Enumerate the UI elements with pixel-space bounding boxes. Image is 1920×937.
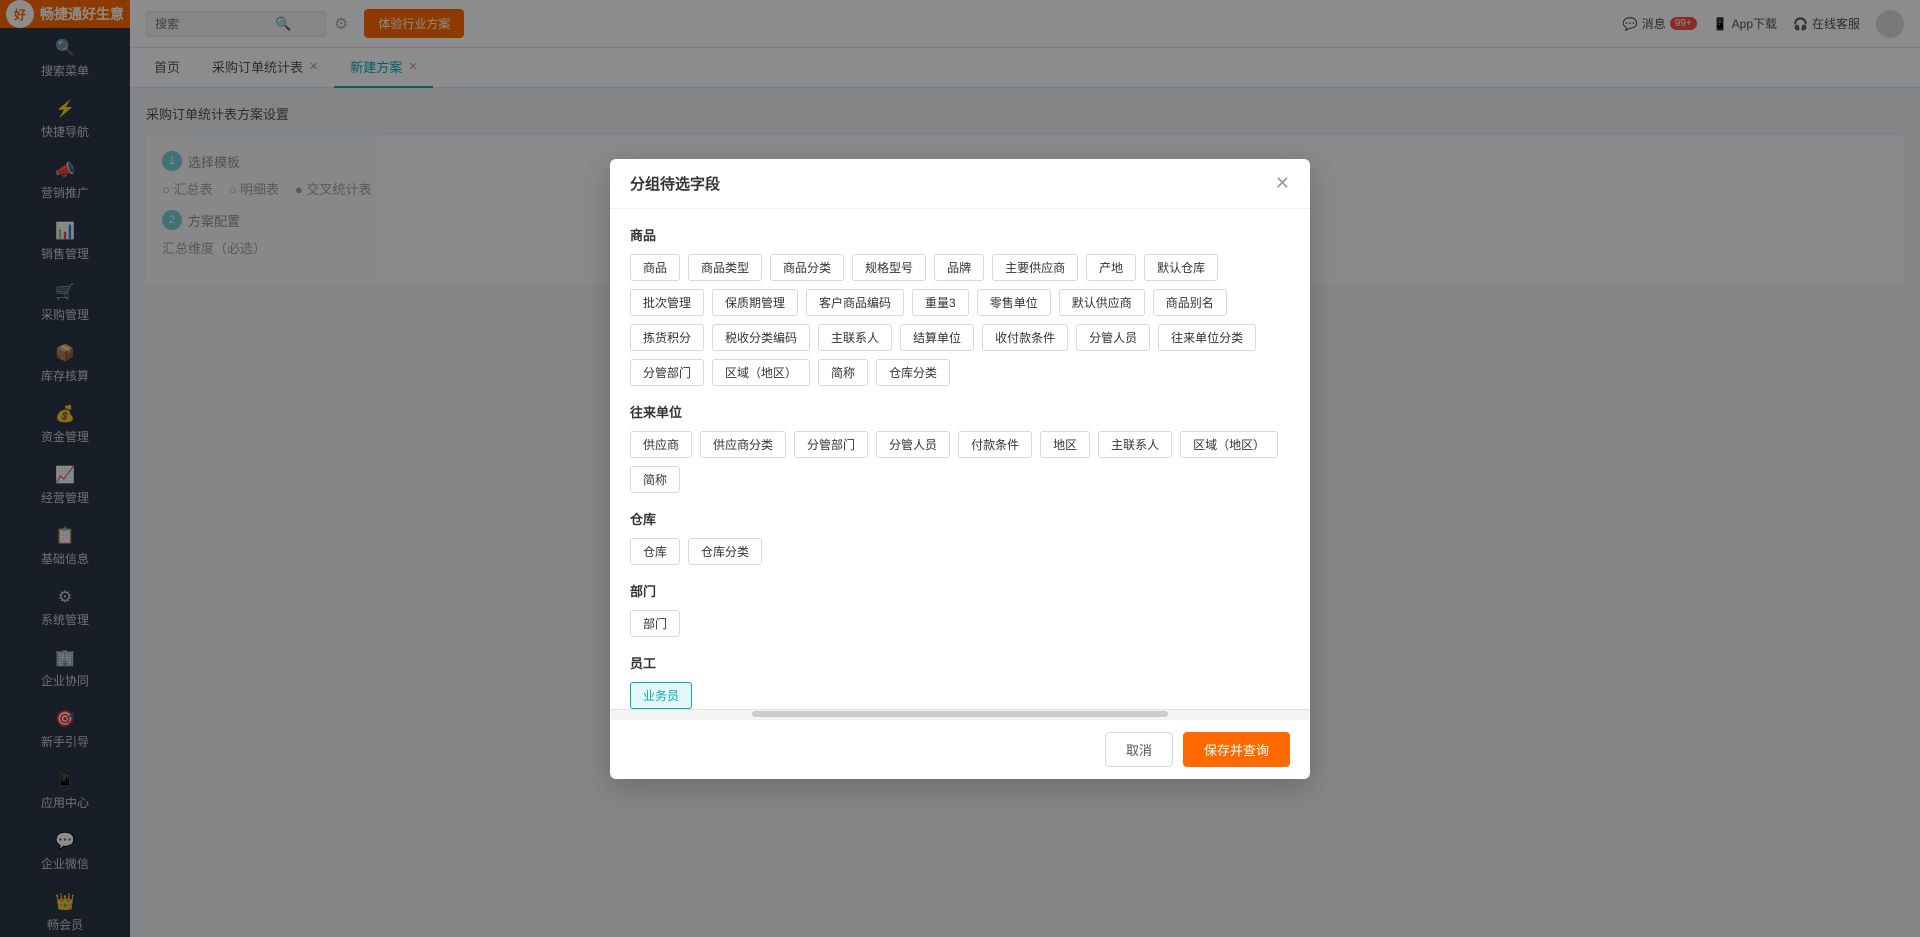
field-tag-supplier_category[interactable]: 供应商分类 [700, 431, 786, 458]
field-section-partner: 往来单位供应商供应商分类分管部门分管人员付款条件地区主联系人区域（地区） 简称 [630, 402, 1290, 493]
field-tag-origin[interactable]: 产地 [1086, 254, 1136, 281]
modal-close-btn[interactable]: ✕ [1275, 174, 1290, 192]
cancel-button[interactable]: 取消 [1105, 732, 1173, 767]
field-tag-pick_score[interactable]: 拣货积分 [630, 324, 704, 351]
field-select-modal: 分组待选字段 ✕ 商品商品商品类型商品分类规格型号品牌主要供应商产地默认仓库批次… [610, 159, 1310, 779]
field-tag-brand[interactable]: 品牌 [934, 254, 984, 281]
field-tag-dept_person2[interactable]: 分管人员 [876, 431, 950, 458]
field-section-product: 商品商品商品类型商品分类规格型号品牌主要供应商产地默认仓库批次管理保质期管理客户… [630, 225, 1290, 386]
field-tags-product: 商品商品类型商品分类规格型号品牌主要供应商产地默认仓库批次管理保质期管理客户商品… [630, 254, 1290, 386]
field-tag-dept2[interactable]: 分管部门 [794, 431, 868, 458]
field-tag-dept[interactable]: 部门 [630, 610, 680, 637]
section-title-dept: 部门 [630, 581, 1290, 600]
field-tag-weight3[interactable]: 重量3 [912, 289, 969, 316]
field-tag-product_alias[interactable]: 商品别名 [1153, 289, 1227, 316]
modal-header: 分组待选字段 ✕ [610, 159, 1310, 209]
field-tags-dept: 部门 [630, 610, 1290, 637]
field-tag-product_type[interactable]: 商品类型 [688, 254, 762, 281]
field-tag-from_unit_category[interactable]: 往来单位分类 [1158, 324, 1256, 351]
modal-hscroll[interactable] [610, 709, 1310, 719]
field-tag-manager[interactable]: 分管人员 [1076, 324, 1150, 351]
modal-overlay: 分组待选字段 ✕ 商品商品商品类型商品分类规格型号品牌主要供应商产地默认仓库批次… [0, 0, 1920, 937]
field-tag-main_contact[interactable]: 主联系人 [818, 324, 892, 351]
section-title-staff: 员工 [630, 653, 1290, 672]
field-tag-main_supplier[interactable]: 主要供应商 [992, 254, 1078, 281]
field-section-staff: 员工业务员 [630, 653, 1290, 709]
field-tag-product[interactable]: 商品 [630, 254, 680, 281]
field-tag-dept_managed[interactable]: 分管部门 [630, 359, 704, 386]
field-section-dept: 部门部门 [630, 581, 1290, 637]
modal-body[interactable]: 商品商品商品类型商品分类规格型号品牌主要供应商产地默认仓库批次管理保质期管理客户… [610, 209, 1310, 709]
field-tag-salesperson[interactable]: 业务员 [630, 682, 692, 709]
confirm-button[interactable]: 保存并查询 [1183, 732, 1290, 767]
field-tag-warehouse[interactable]: 仓库 [630, 538, 680, 565]
field-tag-payment_cond2[interactable]: 付款条件 [958, 431, 1032, 458]
field-section-warehouse: 仓库仓库仓库分类 [630, 509, 1290, 565]
field-tags-partner: 供应商供应商分类分管部门分管人员付款条件地区主联系人区域（地区） 简称 [630, 431, 1290, 493]
field-tag-batch_mgmt[interactable]: 批次管理 [630, 289, 704, 316]
field-tag-default_warehouse[interactable]: 默认仓库 [1144, 254, 1218, 281]
field-tag-default_supplier[interactable]: 默认供应商 [1059, 289, 1145, 316]
field-tag-main_contact2[interactable]: 主联系人 [1098, 431, 1172, 458]
field-tag-settlement_unit[interactable]: 结算单位 [900, 324, 974, 351]
field-tag-tax_code[interactable]: 税收分类编码 [712, 324, 810, 351]
field-tag-warehouse_cat[interactable]: 仓库分类 [688, 538, 762, 565]
section-title-product: 商品 [630, 225, 1290, 244]
field-tag-region2[interactable]: 地区 [1040, 431, 1090, 458]
section-title-warehouse: 仓库 [630, 509, 1290, 528]
field-tag-abbr2[interactable]: 简称 [630, 466, 680, 493]
field-tag-retail_unit[interactable]: 零售单位 [977, 289, 1051, 316]
field-tag-payment_terms[interactable]: 收付款条件 [982, 324, 1068, 351]
field-tag-product_category[interactable]: 商品分类 [770, 254, 844, 281]
field-tag-expiry_mgmt[interactable]: 保质期管理 [712, 289, 798, 316]
field-tag-region[interactable]: 区域（地区） [712, 359, 810, 386]
field-tags-warehouse: 仓库仓库分类 [630, 538, 1290, 565]
field-tag-warehouse_category[interactable]: 仓库分类 [876, 359, 950, 386]
field-tag-spec_type[interactable]: 规格型号 [852, 254, 926, 281]
modal-footer: 取消 保存并查询 [610, 719, 1310, 779]
modal-title: 分组待选字段 [630, 173, 720, 194]
field-tag-supplier[interactable]: 供应商 [630, 431, 692, 458]
field-tag-customer_code[interactable]: 客户商品编码 [806, 289, 904, 316]
field-tag-abbr[interactable]: 简称 [818, 359, 868, 386]
section-title-partner: 往来单位 [630, 402, 1290, 421]
field-tag-region_detail[interactable]: 区域（地区） [1180, 431, 1278, 458]
field-tags-staff: 业务员 [630, 682, 1290, 709]
